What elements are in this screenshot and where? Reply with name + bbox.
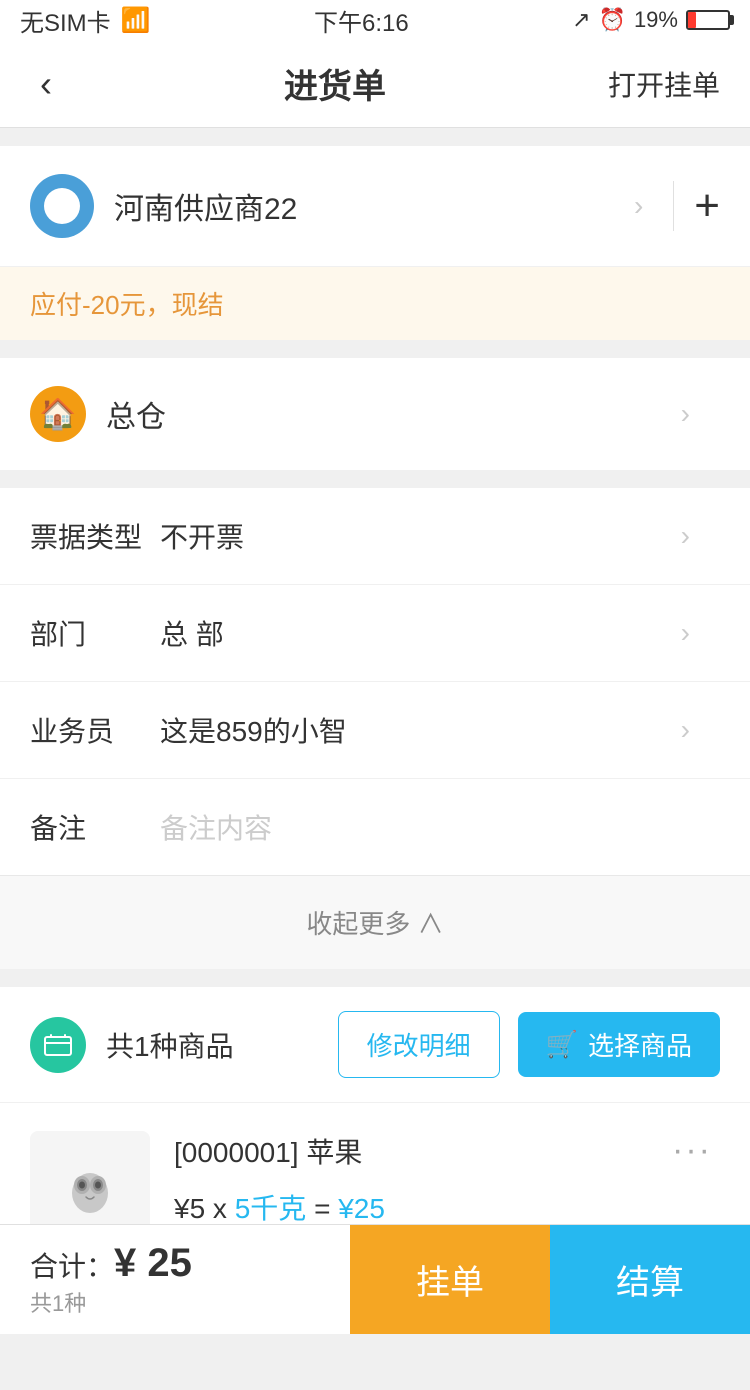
form-section: 票据类型 不开票 › 部门 总 部 › 业务员 这是859的小智 › 备注 备注…	[0, 488, 750, 875]
supplier-avatar	[30, 174, 94, 238]
notice-bar: 应付-20元，现结	[0, 267, 750, 340]
collapse-label: 收起更多 ∧	[306, 909, 443, 939]
total-section: 合计： ¥ 25 共1种	[0, 1225, 350, 1334]
remark-row[interactable]: 备注 备注内容	[0, 779, 750, 875]
vertical-divider	[673, 181, 674, 231]
products-icon	[30, 1017, 86, 1073]
ticket-chevron-icon: ›	[681, 520, 690, 552]
avatar-inner	[44, 188, 80, 224]
ticket-type-value: 不开票	[160, 516, 681, 556]
status-time: 下午6:16	[314, 3, 409, 38]
cart-icon: 🛒	[546, 1029, 578, 1060]
select-product-label: 选择商品	[588, 1026, 692, 1063]
page-title: 进货单	[284, 59, 386, 108]
products-header: 共1种商品 修改明细 🛒 选择商品	[0, 987, 750, 1103]
bottom-bar: 合计： ¥ 25 共1种 挂单 结算	[0, 1224, 750, 1334]
salesperson-label: 业务员	[30, 710, 160, 750]
status-right: ↗ ⏰ 19%	[572, 7, 730, 33]
checkout-button[interactable]: 结算	[550, 1225, 750, 1334]
supplier-section: 河南供应商22 › + 应付-20元，现结	[0, 146, 750, 340]
section-gap-4	[0, 969, 750, 987]
battery-icon	[686, 10, 730, 30]
dept-value: 总 部	[160, 613, 681, 653]
signal-text: 无SIM卡	[20, 3, 111, 38]
ticket-type-row[interactable]: 票据类型 不开票 ›	[0, 488, 750, 585]
equals-sign: =	[314, 1193, 338, 1224]
warehouse-row[interactable]: 🏠 总仓 ›	[0, 358, 750, 470]
remark-input[interactable]: 备注内容	[160, 807, 720, 847]
product-code: [0000001]	[174, 1137, 306, 1168]
dept-row[interactable]: 部门 总 部 ›	[0, 585, 750, 682]
hang-button[interactable]: 挂单	[350, 1225, 550, 1334]
select-product-button[interactable]: 🛒 选择商品	[518, 1012, 720, 1077]
supplier-row: 河南供应商22 › +	[0, 146, 750, 267]
battery-text: 19%	[634, 7, 678, 33]
product-title: 苹果	[306, 1137, 362, 1168]
nav-bar: ‹ 进货单 打开挂单	[0, 40, 750, 128]
chevron-right-icon: ›	[634, 190, 643, 222]
dept-chevron-icon: ›	[681, 617, 690, 649]
supplier-name[interactable]: 河南供应商22	[114, 184, 634, 228]
price-value: ¥5 x	[174, 1193, 235, 1224]
add-supplier-button[interactable]: +	[694, 181, 720, 231]
warehouse-section: 🏠 总仓 ›	[0, 358, 750, 470]
open-hang-button[interactable]: 打开挂单	[608, 64, 720, 104]
section-gap-2	[0, 340, 750, 358]
dept-label: 部门	[30, 613, 160, 653]
section-gap-3	[0, 470, 750, 488]
collapse-bar[interactable]: 收起更多 ∧	[0, 875, 750, 969]
warehouse-chevron-icon: ›	[681, 398, 690, 430]
edit-detail-button[interactable]: 修改明细	[338, 1011, 500, 1078]
salesperson-value: 这是859的小智	[160, 710, 681, 750]
status-left: 无SIM卡 📶	[20, 3, 151, 38]
product-price: ¥5 x 5千克 = ¥25	[174, 1187, 664, 1227]
total-label: 合计：	[30, 1245, 114, 1285]
products-count: 共1种商品	[106, 1025, 338, 1065]
warehouse-name: 总仓	[106, 392, 681, 436]
ticket-type-label: 票据类型	[30, 516, 160, 556]
qty-value: 5千克	[235, 1193, 307, 1224]
alarm-icon: ⏰	[599, 7, 626, 33]
notice-text: 应付-20元，现结	[30, 290, 224, 320]
total-value: ¥25	[338, 1193, 385, 1224]
total-amount: ¥ 25	[114, 1241, 192, 1286]
total-count: 共1种	[30, 1286, 320, 1318]
product-name: [0000001] 苹果	[174, 1131, 664, 1171]
status-bar: 无SIM卡 📶 下午6:16 ↗ ⏰ 19%	[0, 0, 750, 40]
back-button[interactable]: ‹	[30, 53, 62, 115]
product-menu-button[interactable]: ···	[664, 1131, 720, 1170]
section-gap-1	[0, 128, 750, 146]
location-icon: ↗	[572, 7, 590, 33]
salesperson-row[interactable]: 业务员 这是859的小智 ›	[0, 682, 750, 779]
warehouse-icon: 🏠	[30, 386, 86, 442]
product-info: [0000001] 苹果 ¥5 x 5千克 = ¥25	[174, 1131, 664, 1227]
salesperson-chevron-icon: ›	[681, 714, 690, 746]
wifi-icon: 📶	[121, 6, 151, 35]
remark-label: 备注	[30, 807, 160, 847]
